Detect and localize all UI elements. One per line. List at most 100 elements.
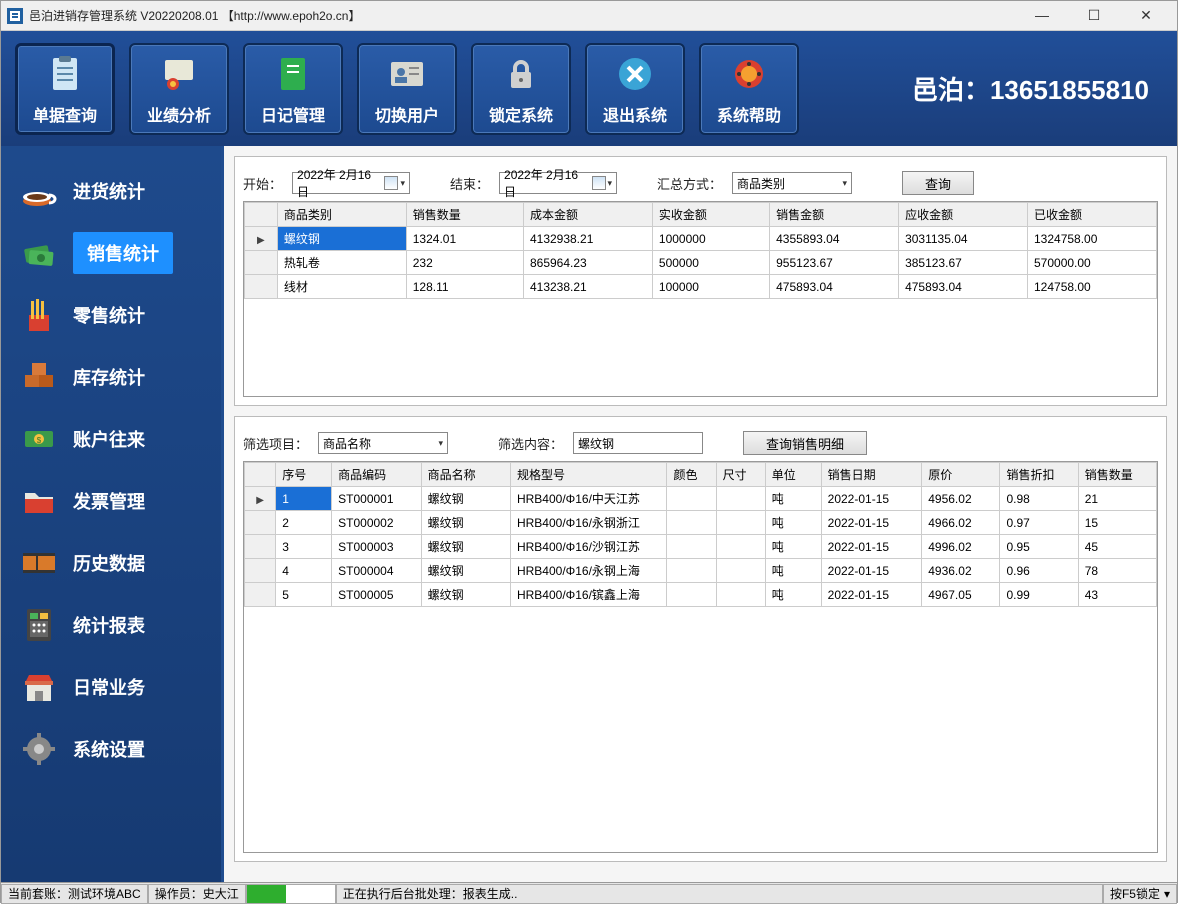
table-cell[interactable]: 475893.04	[899, 275, 1028, 299]
table-cell[interactable]: 865964.23	[523, 251, 652, 275]
table-cell[interactable]: 4996.02	[922, 535, 1000, 559]
column-header[interactable]: 商品名称	[421, 463, 510, 487]
table-cell[interactable]: 3031135.04	[899, 227, 1028, 251]
table-cell[interactable]: 500000	[652, 251, 769, 275]
table-cell[interactable]: 4956.02	[922, 487, 1000, 511]
table-cell[interactable]: 78	[1078, 559, 1156, 583]
table-cell[interactable]: 4132938.21	[523, 227, 652, 251]
table-cell[interactable]: 15	[1078, 511, 1156, 535]
table-cell[interactable]: 955123.67	[770, 251, 899, 275]
table-cell[interactable]	[667, 487, 716, 511]
sidebar-item-reports[interactable]: 统计报表	[1, 594, 221, 656]
column-header[interactable]: 已收金额	[1028, 203, 1157, 227]
table-cell[interactable]: 4967.05	[922, 583, 1000, 607]
column-header[interactable]: 销售折扣	[1000, 463, 1078, 487]
column-header[interactable]: 规格型号	[510, 463, 666, 487]
column-header[interactable]: 销售数量	[1078, 463, 1156, 487]
table-cell[interactable]: 385123.67	[899, 251, 1028, 275]
ribbon-btn-performance[interactable]: 业绩分析	[129, 43, 229, 135]
column-header[interactable]: 商品编码	[332, 463, 421, 487]
table-cell[interactable]	[716, 487, 765, 511]
maximize-button[interactable]: ☐	[1077, 7, 1111, 24]
table-cell[interactable]	[667, 583, 716, 607]
table-row[interactable]: 3ST000003螺纹钢HRB400/Φ16/沙钢江苏吨2022-01-1549…	[245, 535, 1157, 559]
column-header[interactable]: 销售日期	[821, 463, 922, 487]
sidebar-item-daily[interactable]: 日常业务	[1, 656, 221, 718]
table-cell[interactable]: ST000001	[332, 487, 421, 511]
table-cell[interactable]: 232	[406, 251, 523, 275]
table-cell[interactable]: 4355893.04	[770, 227, 899, 251]
ribbon-btn-lock[interactable]: 锁定系统	[471, 43, 571, 135]
status-lock-hint[interactable]: 按F5锁定▾	[1103, 884, 1177, 904]
table-cell[interactable]	[716, 511, 765, 535]
sidebar-item-accounts[interactable]: $ 账户往来	[1, 408, 221, 470]
table-cell[interactable]: 吨	[765, 559, 821, 583]
column-header[interactable]: 应收金额	[899, 203, 1028, 227]
table-cell[interactable]: 3	[276, 535, 332, 559]
table-cell[interactable]: 1324.01	[406, 227, 523, 251]
filter-item-select[interactable]: 商品名称▾	[318, 432, 448, 454]
table-cell[interactable]: 475893.04	[770, 275, 899, 299]
column-header[interactable]: 销售金额	[770, 203, 899, 227]
ribbon-btn-switch-user[interactable]: 切换用户	[357, 43, 457, 135]
sidebar-item-inventory-stats[interactable]: 库存统计	[1, 346, 221, 408]
table-cell[interactable]: 45	[1078, 535, 1156, 559]
table-cell[interactable]: 2022-01-15	[821, 583, 922, 607]
minimize-button[interactable]: —	[1025, 7, 1059, 24]
ribbon-btn-exit[interactable]: 退出系统	[585, 43, 685, 135]
table-cell[interactable]: 螺纹钢	[421, 535, 510, 559]
table-row[interactable]: ▶螺纹钢1324.014132938.2110000004355893.0430…	[245, 227, 1157, 251]
table-cell[interactable]: 4	[276, 559, 332, 583]
table-cell[interactable]: 124758.00	[1028, 275, 1157, 299]
sidebar-item-settings[interactable]: 系统设置	[1, 718, 221, 780]
table-cell[interactable]: 2022-01-15	[821, 511, 922, 535]
sidebar-item-retail-stats[interactable]: 零售统计	[1, 284, 221, 346]
filter-content-input[interactable]: 螺纹钢	[573, 432, 703, 454]
table-row[interactable]: 2ST000002螺纹钢HRB400/Φ16/永钢浙江吨2022-01-1549…	[245, 511, 1157, 535]
table-cell[interactable]	[667, 511, 716, 535]
table-cell[interactable]: 0.96	[1000, 559, 1078, 583]
column-header[interactable]: 单位	[765, 463, 821, 487]
table-cell[interactable]: 吨	[765, 535, 821, 559]
table-row[interactable]: 热轧卷232865964.23500000955123.67385123.675…	[245, 251, 1157, 275]
ribbon-btn-query-docs[interactable]: 单据查询	[15, 43, 115, 135]
table-row[interactable]: 4ST000004螺纹钢HRB400/Φ16/永钢上海吨2022-01-1549…	[245, 559, 1157, 583]
table-cell[interactable]	[716, 535, 765, 559]
sidebar-item-invoice[interactable]: 发票管理	[1, 470, 221, 532]
table-cell[interactable]: 0.97	[1000, 511, 1078, 535]
start-date-input[interactable]: 2022年 2月16日▾	[292, 172, 410, 194]
column-header[interactable]: 原价	[922, 463, 1000, 487]
table-cell[interactable]: 热轧卷	[277, 251, 406, 275]
summary-grid[interactable]: 商品类别销售数量成本金额实收金额销售金额应收金额已收金额▶螺纹钢1324.014…	[243, 201, 1158, 397]
table-cell[interactable]: 1324758.00	[1028, 227, 1157, 251]
table-cell[interactable]: 21	[1078, 487, 1156, 511]
column-header[interactable]: 商品类别	[277, 203, 406, 227]
table-cell[interactable]: 0.99	[1000, 583, 1078, 607]
table-cell[interactable]: 2022-01-15	[821, 487, 922, 511]
table-cell[interactable]: 413238.21	[523, 275, 652, 299]
table-cell[interactable]: 1000000	[652, 227, 769, 251]
table-cell[interactable]: 2022-01-15	[821, 559, 922, 583]
table-cell[interactable]: HRB400/Φ16/镔鑫上海	[510, 583, 666, 607]
sidebar-item-sales-stats[interactable]: 销售统计	[1, 222, 221, 284]
table-cell[interactable]: 100000	[652, 275, 769, 299]
table-cell[interactable]: ST000003	[332, 535, 421, 559]
table-cell[interactable]: ST000005	[332, 583, 421, 607]
table-cell[interactable]: HRB400/Φ16/永钢浙江	[510, 511, 666, 535]
table-cell[interactable]: 0.95	[1000, 535, 1078, 559]
ribbon-btn-help[interactable]: 系统帮助	[699, 43, 799, 135]
table-cell[interactable]: 4966.02	[922, 511, 1000, 535]
table-cell[interactable]: 螺纹钢	[421, 583, 510, 607]
query-detail-button[interactable]: 查询销售明细	[743, 431, 867, 455]
table-cell[interactable]: 4936.02	[922, 559, 1000, 583]
query-button[interactable]: 查询	[902, 171, 974, 195]
table-cell[interactable]: 螺纹钢	[421, 559, 510, 583]
table-row[interactable]: 5ST000005螺纹钢HRB400/Φ16/镔鑫上海吨2022-01-1549…	[245, 583, 1157, 607]
table-cell[interactable]: ST000004	[332, 559, 421, 583]
column-header[interactable]: 销售数量	[406, 203, 523, 227]
table-cell[interactable]: HRB400/Φ16/沙钢江苏	[510, 535, 666, 559]
table-cell[interactable]: 0.98	[1000, 487, 1078, 511]
table-cell[interactable]: 吨	[765, 511, 821, 535]
table-cell[interactable]: 螺纹钢	[277, 227, 406, 251]
table-cell[interactable]	[667, 559, 716, 583]
